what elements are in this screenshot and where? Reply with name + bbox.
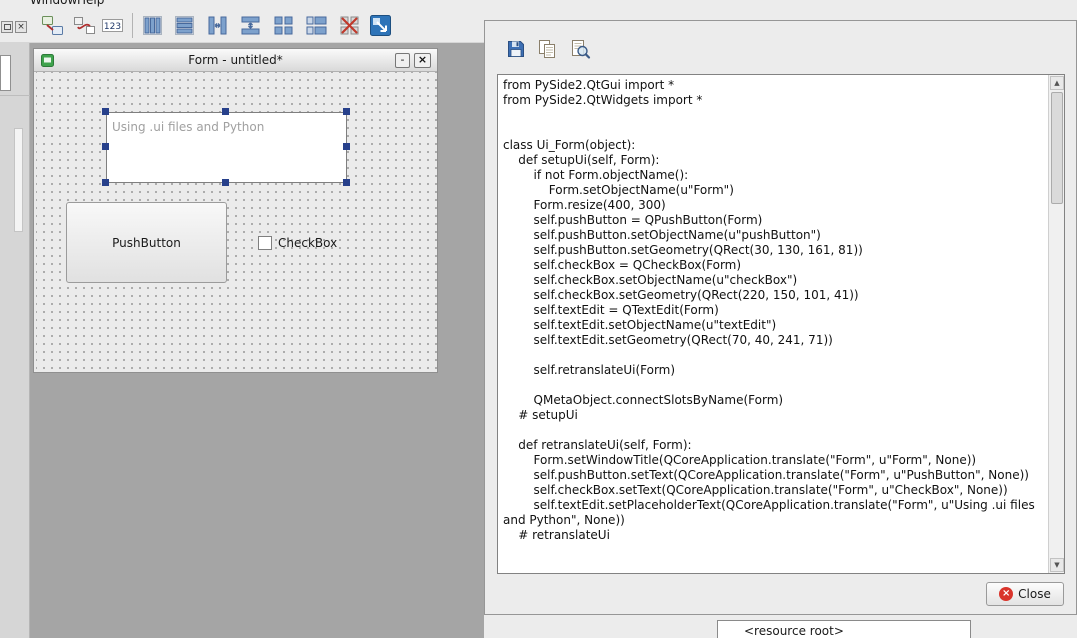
layout-form-icon (304, 13, 329, 38)
find-icon (569, 38, 591, 60)
scroll-down-icon[interactable]: ▼ (1050, 558, 1064, 572)
menu-help[interactable]: Help (77, 0, 104, 7)
left-panel-scrollbar[interactable] (14, 128, 23, 232)
tab-order-icon: 123 (100, 13, 125, 38)
layout-horizontal-icon (140, 13, 165, 38)
layout-grid-button[interactable] (271, 13, 296, 38)
selection-handle-bottom-right[interactable] (343, 179, 350, 186)
layout-vertical-splitter-icon (238, 13, 263, 38)
selection-handle-mid-left[interactable] (102, 143, 109, 150)
left-panel-input[interactable] (0, 55, 11, 91)
close-icon: × (17, 22, 25, 32)
code-scrollbar[interactable]: ▲ ▼ (1048, 75, 1064, 573)
layout-vertical-button[interactable] (172, 13, 197, 38)
code-preview-dialog: from PySide2.QtGui import * from PySide2… (484, 20, 1077, 615)
layout-vertical-icon (172, 13, 197, 38)
selection-handle-bottom-left[interactable] (102, 179, 109, 186)
buddies-icon (72, 13, 97, 38)
save-button[interactable] (505, 38, 529, 62)
form-canvas: Using .ui files and Python PushButton Ch… (36, 72, 437, 372)
layout-horizontal-button[interactable] (140, 13, 165, 38)
form-window-title: Form - untitled* (34, 49, 437, 71)
designer-form-window: Form - untitled* - × Using .ui files and… (33, 48, 438, 373)
left-dock-panel (0, 43, 30, 638)
form-window-titlebar[interactable]: Form - untitled* - × (34, 49, 437, 72)
selection-handle-top-mid[interactable] (222, 108, 229, 115)
screen: Window Help × 123 (0, 0, 1077, 638)
dock-close-button[interactable]: × (15, 21, 27, 33)
dock-float-button[interactable] (1, 21, 13, 33)
scroll-up-icon[interactable]: ▲ (1050, 76, 1064, 90)
adjust-size-icon (368, 13, 393, 38)
layout-form-button[interactable] (304, 13, 329, 38)
close-button-label: Close (1018, 587, 1051, 601)
textedit-placeholder: Using .ui files and Python (112, 120, 264, 134)
svg-text:123: 123 (104, 22, 121, 32)
checkbox-indicator[interactable] (258, 236, 272, 250)
dialog-close-button[interactable]: × Close (986, 582, 1064, 606)
selection-handle-mid-right[interactable] (343, 143, 350, 150)
edit-buddies-button[interactable] (72, 13, 97, 38)
adjust-size-button[interactable] (368, 13, 393, 38)
signals-slots-icon (40, 13, 65, 38)
copy-icon (536, 38, 558, 60)
edit-tab-order-button[interactable]: 123 (100, 13, 125, 38)
edit-signals-slots-button[interactable] (40, 13, 65, 38)
close-button[interactable]: × (414, 53, 431, 68)
break-layout-icon (337, 13, 362, 38)
layout-horizontal-splitter-icon (205, 13, 230, 38)
selection-handle-bottom-mid[interactable] (222, 179, 229, 186)
close-circle-icon: × (999, 587, 1013, 601)
toolbar-separator (132, 13, 133, 38)
menu-window[interactable]: Window (30, 0, 77, 7)
pushbutton-widget[interactable]: PushButton (66, 202, 227, 283)
code-textarea[interactable]: from PySide2.QtGui import * from PySide2… (497, 74, 1065, 574)
scrollbar-thumb[interactable] (1051, 92, 1063, 204)
checkbox-label: CheckBox (278, 236, 337, 250)
selection-handle-top-left[interactable] (102, 108, 109, 115)
layout-vertical-splitter-button[interactable] (238, 13, 263, 38)
selection-handle-top-right[interactable] (343, 108, 350, 115)
checkbox-widget[interactable]: CheckBox (256, 222, 357, 263)
break-layout-button[interactable] (337, 13, 362, 38)
resource-root-item[interactable]: <resource root> (717, 620, 971, 638)
layout-grid-icon (271, 13, 296, 38)
layout-horizontal-splitter-button[interactable] (205, 13, 230, 38)
float-icon (4, 24, 11, 30)
save-icon (505, 38, 527, 60)
find-button[interactable] (569, 38, 593, 62)
textedit-widget[interactable]: Using .ui files and Python (106, 112, 347, 183)
left-panel-divider (0, 95, 30, 96)
python-code: from PySide2.QtGui import * from PySide2… (498, 75, 1048, 573)
copy-button[interactable] (536, 38, 560, 62)
minimize-button[interactable]: - (395, 53, 410, 68)
menubar: Window Help (0, 0, 1077, 9)
